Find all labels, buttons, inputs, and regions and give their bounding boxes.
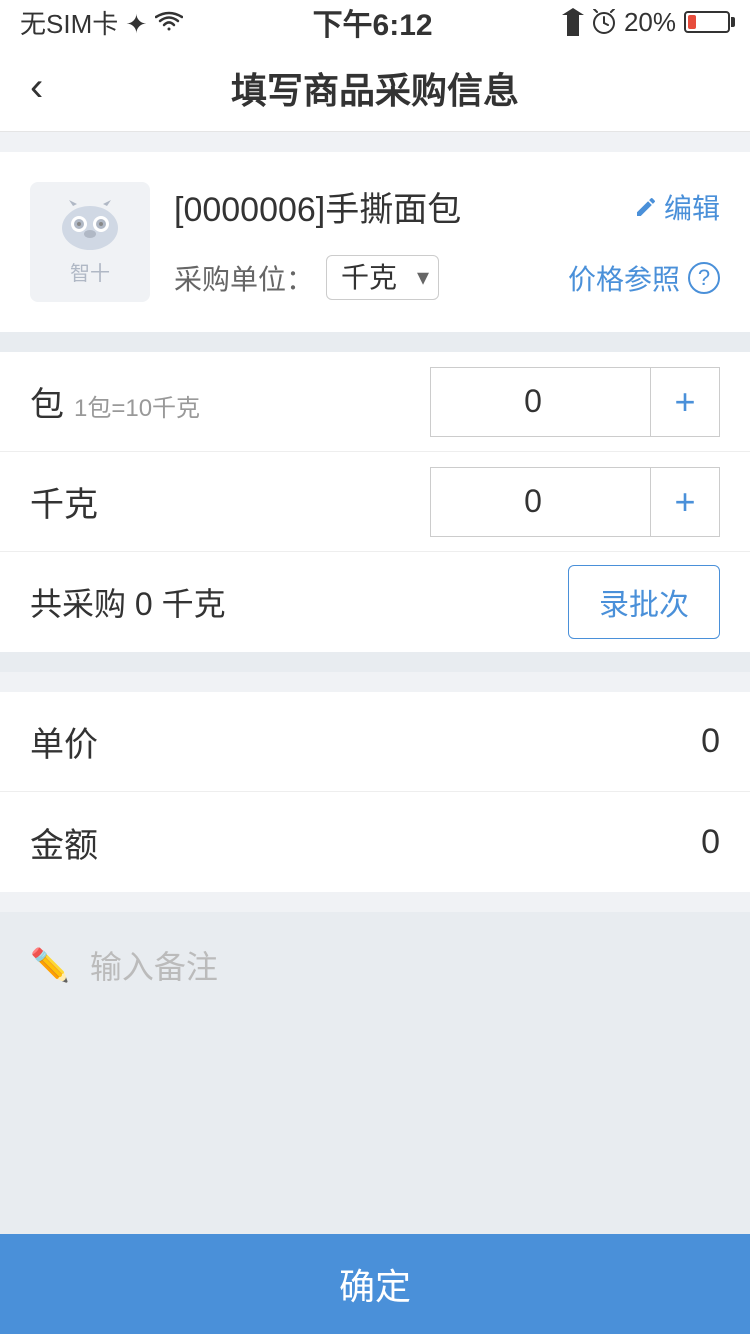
price-ref-help-icon[interactable]: ? xyxy=(688,262,720,294)
amount-row: 金额 0 xyxy=(0,792,750,892)
status-right: 20% xyxy=(562,7,730,38)
page-title: 填写商品采购信息 xyxy=(231,62,519,114)
kg-label: 千克 xyxy=(30,477,98,526)
edit-label: 编辑 xyxy=(664,187,720,227)
wifi-icon xyxy=(155,11,183,33)
status-bar: 无SIM卡 ✦ 下午6:12 20% xyxy=(0,0,750,44)
price-ref-label: 价格参照 xyxy=(568,258,680,298)
package-plus-button[interactable]: + xyxy=(650,367,720,437)
batch-button[interactable]: 录批次 xyxy=(568,565,720,639)
edit-link[interactable]: 编辑 xyxy=(634,187,720,227)
no-sim-text: 无SIM卡 ✦ xyxy=(20,4,147,41)
section-divider-1 xyxy=(0,332,750,352)
unit-select-wrapper[interactable]: 千克 包 xyxy=(326,255,439,300)
total-label: 共采购 0 千克 xyxy=(30,579,226,625)
edit-icon xyxy=(634,195,658,219)
product-image: 智十 xyxy=(30,182,150,302)
product-card: 智十 [0000006]手撕面包 编辑 采购单位： 千克 包 xyxy=(0,152,750,332)
kg-input-right: + xyxy=(430,467,720,537)
price-section: 单价 0 金额 0 xyxy=(0,692,750,892)
status-left: 无SIM卡 ✦ xyxy=(20,4,183,41)
package-input-right: + xyxy=(430,367,720,437)
package-input-row: 包 1包=10千克 + xyxy=(0,352,750,452)
package-label: 包 xyxy=(30,377,64,426)
product-name: [0000006]手撕面包 xyxy=(174,182,461,231)
kg-input-row: 千克 + xyxy=(0,452,750,552)
pencil-icon: ✏️ xyxy=(30,946,70,984)
package-quantity-input[interactable] xyxy=(430,367,650,437)
kg-plus-button[interactable]: + xyxy=(650,467,720,537)
nav-bar: ‹ 填写商品采购信息 xyxy=(0,44,750,132)
input-section: 包 1包=10千克 + 千克 + xyxy=(0,352,750,552)
unit-label: 采购单位： xyxy=(174,258,314,298)
battery-icon xyxy=(684,11,730,33)
unit-price-label: 单价 xyxy=(30,717,98,766)
product-info: [0000006]手撕面包 编辑 采购单位： 千克 包 价格参照 xyxy=(174,182,720,300)
unit-select[interactable]: 千克 包 xyxy=(326,255,439,300)
remark-placeholder: 输入备注 xyxy=(90,942,218,988)
location-icon xyxy=(562,8,584,36)
brand-label: 智十 xyxy=(70,257,110,286)
back-button[interactable]: ‹ xyxy=(30,65,43,110)
confirm-button[interactable]: 确定 xyxy=(0,1234,750,1334)
total-row: 共采购 0 千克 录批次 xyxy=(0,552,750,652)
kg-quantity-input[interactable] xyxy=(430,467,650,537)
status-time: 下午6:12 xyxy=(313,0,433,44)
package-sub-label: 1包=10千克 xyxy=(74,388,200,423)
unit-price-value: 0 xyxy=(701,722,720,761)
alarm-icon xyxy=(592,9,616,35)
amount-value: 0 xyxy=(701,823,720,862)
unit-price-row: 单价 0 xyxy=(0,692,750,792)
amount-label: 金额 xyxy=(30,818,98,867)
section-divider-2 xyxy=(0,652,750,672)
price-ref-link[interactable]: 价格参照 ? xyxy=(568,258,720,298)
battery-percentage: 20% xyxy=(624,7,676,38)
owl-logo xyxy=(55,198,125,253)
